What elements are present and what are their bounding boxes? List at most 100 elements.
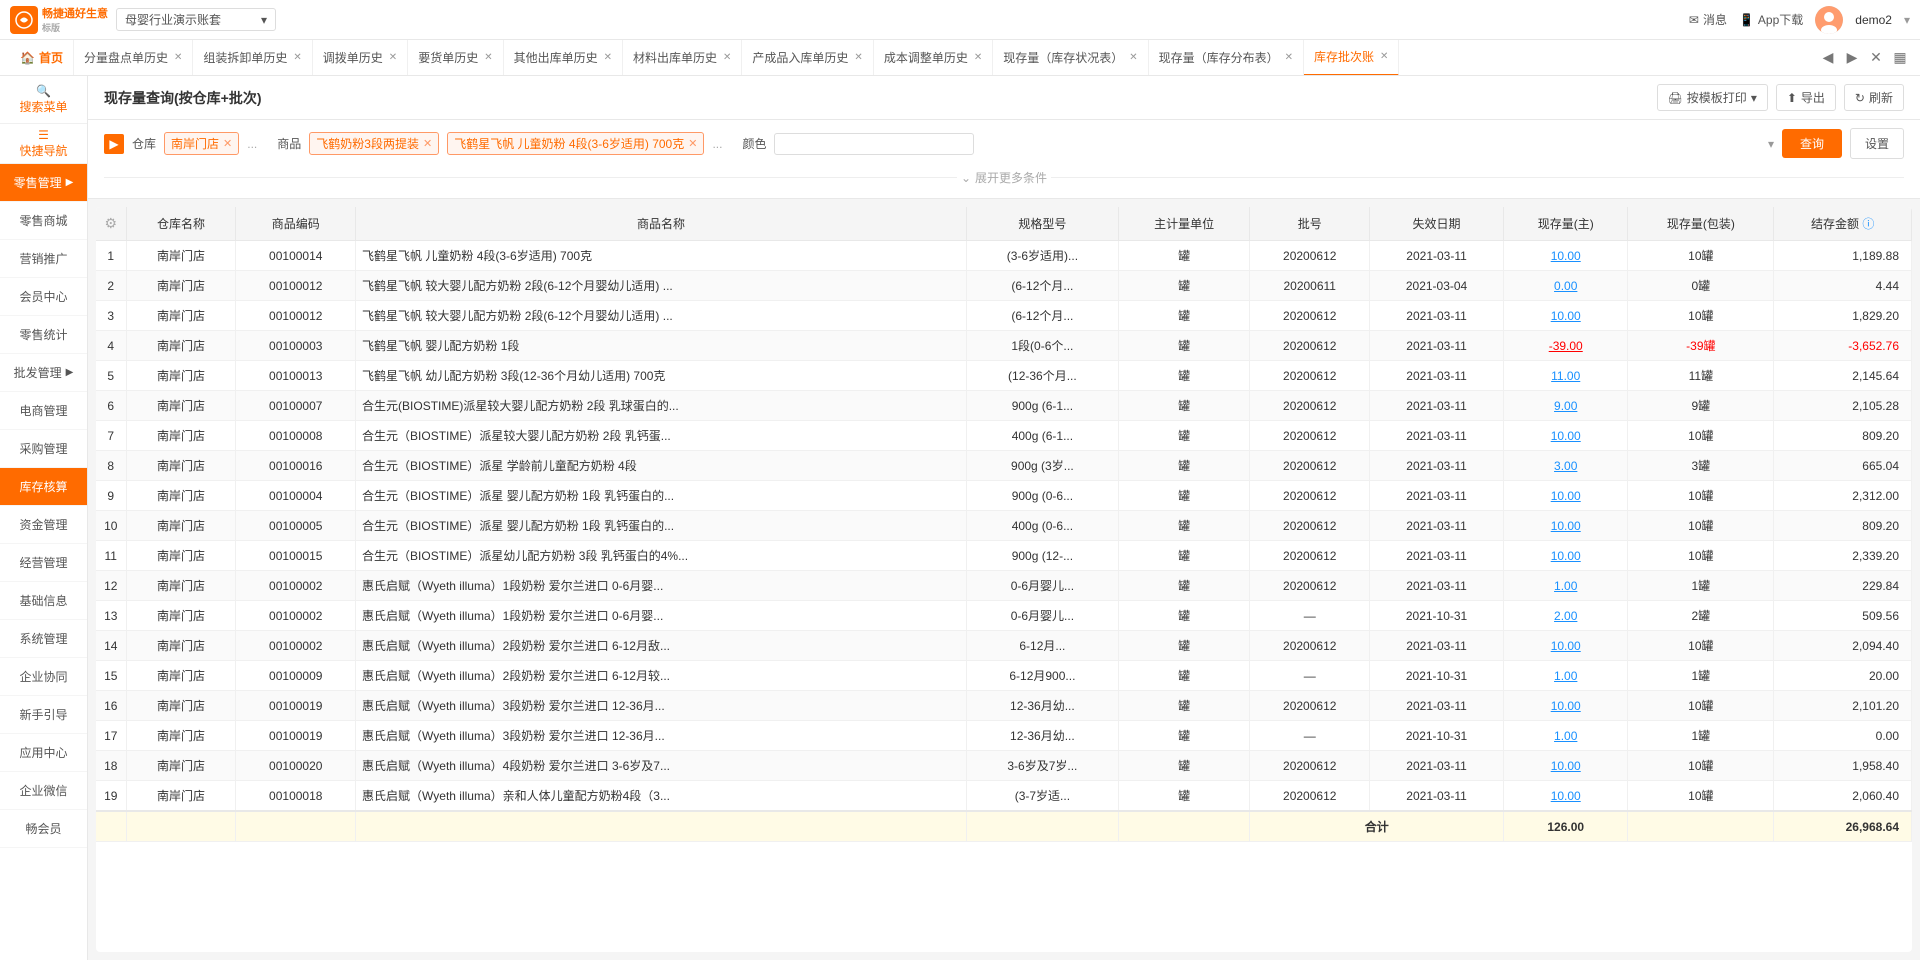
td-qty-main[interactable]: 10.00 xyxy=(1504,241,1628,271)
tab-menu-btn[interactable]: ▦ xyxy=(1890,48,1910,68)
close-tab-7[interactable]: ✕ xyxy=(854,52,862,63)
td-qty-main[interactable]: 10.00 xyxy=(1504,631,1628,661)
expand-more-btn[interactable]: ⌄ 展开更多条件 xyxy=(957,165,1051,190)
close-tab-8[interactable]: ✕ xyxy=(974,52,982,63)
avatar[interactable] xyxy=(1815,6,1843,34)
tab-2[interactable]: 组装拆卸单历史 ✕ xyxy=(193,40,312,76)
close-tab-11[interactable]: ✕ xyxy=(1380,51,1388,62)
td-qty-main[interactable]: 1.00 xyxy=(1504,571,1628,601)
tab-prev-btn[interactable]: ◀ xyxy=(1818,48,1838,68)
search-button[interactable]: 查询 xyxy=(1782,129,1842,158)
sidebar-item-wholesale[interactable]: 批发管理 ▶ xyxy=(0,354,87,392)
td-qty-main[interactable]: 10.00 xyxy=(1504,301,1628,331)
close-tab-9[interactable]: ✕ xyxy=(1129,52,1137,63)
td-qty-main[interactable]: 10.00 xyxy=(1504,751,1628,781)
print-button[interactable]: 🖨 按模板打印 ▾ xyxy=(1657,84,1768,111)
tab-10[interactable]: 现存量（库存分布表） ✕ xyxy=(1149,40,1304,76)
amount-info-icon[interactable]: ⓘ xyxy=(1862,217,1874,231)
tab-11[interactable]: 库存批次账 ✕ xyxy=(1304,40,1399,76)
sidebar-item-app-center[interactable]: 应用中心 xyxy=(0,734,87,772)
close-tab-3[interactable]: ✕ xyxy=(389,52,397,63)
td-qty-main[interactable]: 0.00 xyxy=(1504,271,1628,301)
tab-7[interactable]: 产成品入库单历史 ✕ xyxy=(742,40,873,76)
settings-button[interactable]: 设置 xyxy=(1850,128,1904,159)
sidebar-item-member-v2[interactable]: 畅会员 xyxy=(0,810,87,848)
tab-home[interactable]: 🏠 首页 xyxy=(10,40,74,76)
td-amount: 1,829.20 xyxy=(1774,301,1912,331)
close-tab-4[interactable]: ✕ xyxy=(484,52,492,63)
close-tab-5[interactable]: ✕ xyxy=(604,52,612,63)
sidebar-item-finance[interactable]: 资金管理 xyxy=(0,506,87,544)
td-qty-main[interactable]: 9.00 xyxy=(1504,391,1628,421)
sidebar-item-newbie[interactable]: 新手引导 xyxy=(0,696,87,734)
remove-warehouse-tag[interactable]: ✕ xyxy=(223,137,232,150)
sidebar-item-basics[interactable]: 基础信息 xyxy=(0,582,87,620)
close-tab-10[interactable]: ✕ xyxy=(1285,52,1293,63)
sidebar-item-inventory[interactable]: 库存核算 xyxy=(0,468,87,506)
industry-selector[interactable]: 母婴行业演示账套 ▾ xyxy=(116,8,276,31)
td-qty-main[interactable]: 10.00 xyxy=(1504,421,1628,451)
product-filter-tag-1[interactable]: 飞鹤奶粉3段两提装 ✕ xyxy=(309,132,439,155)
td-qty-main[interactable]: 10.00 xyxy=(1504,541,1628,571)
color-filter-input[interactable] xyxy=(774,133,974,155)
td-qty-main[interactable]: 10.00 xyxy=(1504,691,1628,721)
sidebar-item-purchase[interactable]: 采购管理 xyxy=(0,430,87,468)
td-qty-main[interactable]: 10.00 xyxy=(1504,511,1628,541)
sidebar-search[interactable]: 🔍 搜索菜单 xyxy=(0,76,87,124)
sidebar-item-wechat[interactable]: 企业微信 xyxy=(0,772,87,810)
table-row: 16 南岸门店 00100019 惠氏启赋（Wyeth illuma）3段奶粉 … xyxy=(96,691,1912,721)
sidebar-item-retail[interactable]: 零售管理 ▶ xyxy=(0,164,87,202)
td-qty-main[interactable]: 11.00 xyxy=(1504,361,1628,391)
close-tab-1[interactable]: ✕ xyxy=(174,52,182,63)
td-qty-main[interactable]: 1.00 xyxy=(1504,661,1628,691)
th-settings[interactable]: ⚙ xyxy=(96,207,126,241)
sidebar-item-system[interactable]: 系统管理 xyxy=(0,620,87,658)
sidebar-item-member[interactable]: 会员中心 xyxy=(0,278,87,316)
tab-1[interactable]: 分量盘点单历史 ✕ xyxy=(74,40,193,76)
td-qty-main[interactable]: 1.00 xyxy=(1504,721,1628,751)
tab-3[interactable]: 调拨单历史 ✕ xyxy=(313,40,408,76)
td-qty-main[interactable]: 2.00 xyxy=(1504,601,1628,631)
export-button[interactable]: ⬆ 导出 xyxy=(1776,84,1836,111)
tab-9[interactable]: 现存量（库存状况表） ✕ xyxy=(993,40,1148,76)
user-dropdown-icon[interactable]: ▾ xyxy=(1904,13,1910,27)
tab-6[interactable]: 材料出库单历史 ✕ xyxy=(623,40,742,76)
table-header-row: ⚙ 仓库名称 商品编码 商品名称 规格型号 主计量单位 批号 失效日期 现存量(… xyxy=(96,207,1912,241)
sidebar-item-ecommerce[interactable]: 电商管理 xyxy=(0,392,87,430)
sidebar-item-retail-stats[interactable]: 零售统计 xyxy=(0,316,87,354)
td-qty-main[interactable]: 10.00 xyxy=(1504,781,1628,812)
close-tab-6[interactable]: ✕ xyxy=(723,52,731,63)
sidebar-item-mall[interactable]: 零售商城 xyxy=(0,202,87,240)
remove-product-tag-1[interactable]: ✕ xyxy=(423,137,432,150)
message-btn[interactable]: ✉ 消息 xyxy=(1689,11,1727,28)
table-row: 3 南岸门店 00100012 飞鹤星飞帆 较大婴儿配方奶粉 2段(6-12个月… xyxy=(96,301,1912,331)
product-filter-tag-2[interactable]: 飞鹤星飞帆 儿童奶粉 4段(3-6岁适用) 700克 ✕ xyxy=(447,132,704,155)
td-name: 惠氏启赋（Wyeth illuma）3段奶粉 爱尔兰进口 12-36月... xyxy=(356,721,967,751)
td-warehouse: 南岸门店 xyxy=(126,481,236,511)
tab-4[interactable]: 要货单历史 ✕ xyxy=(408,40,503,76)
tab-5[interactable]: 其他出库单历史 ✕ xyxy=(504,40,623,76)
tab-8[interactable]: 成本调整单历史 ✕ xyxy=(874,40,993,76)
color-dropdown-icon[interactable]: ▾ xyxy=(1768,137,1774,151)
tab-next-btn[interactable]: ▶ xyxy=(1842,48,1862,68)
td-qty-main[interactable]: -39.00 xyxy=(1504,331,1628,361)
message-icon: ✉ xyxy=(1689,13,1699,27)
app-download-btn[interactable]: 📱 App下载 xyxy=(1739,11,1803,28)
product-more-btn[interactable]: ... xyxy=(712,137,722,151)
refresh-button[interactable]: ↻ 刷新 xyxy=(1844,84,1904,111)
sidebar-quick-nav[interactable]: ☰ 快捷导航 xyxy=(0,124,87,164)
warehouse-filter-tag[interactable]: 南岸门店 ✕ xyxy=(164,132,239,155)
sidebar-item-marketing[interactable]: 营销推广 xyxy=(0,240,87,278)
remove-product-tag-2[interactable]: ✕ xyxy=(688,137,697,150)
column-settings-icon[interactable]: ⚙ xyxy=(104,215,117,231)
sidebar-item-enterprise[interactable]: 企业协同 xyxy=(0,658,87,696)
th-code: 商品编码 xyxy=(236,207,356,241)
td-qty-main[interactable]: 10.00 xyxy=(1504,481,1628,511)
close-tab-2[interactable]: ✕ xyxy=(293,52,301,63)
tab-close-btn[interactable]: ✕ xyxy=(1866,48,1886,68)
filter-expand-btn[interactable]: ▶ xyxy=(104,134,124,154)
warehouse-more-btn[interactable]: ... xyxy=(247,137,257,151)
td-spec: (6-12个月... xyxy=(966,271,1118,301)
td-qty-main[interactable]: 3.00 xyxy=(1504,451,1628,481)
sidebar-item-operations[interactable]: 经营管理 xyxy=(0,544,87,582)
